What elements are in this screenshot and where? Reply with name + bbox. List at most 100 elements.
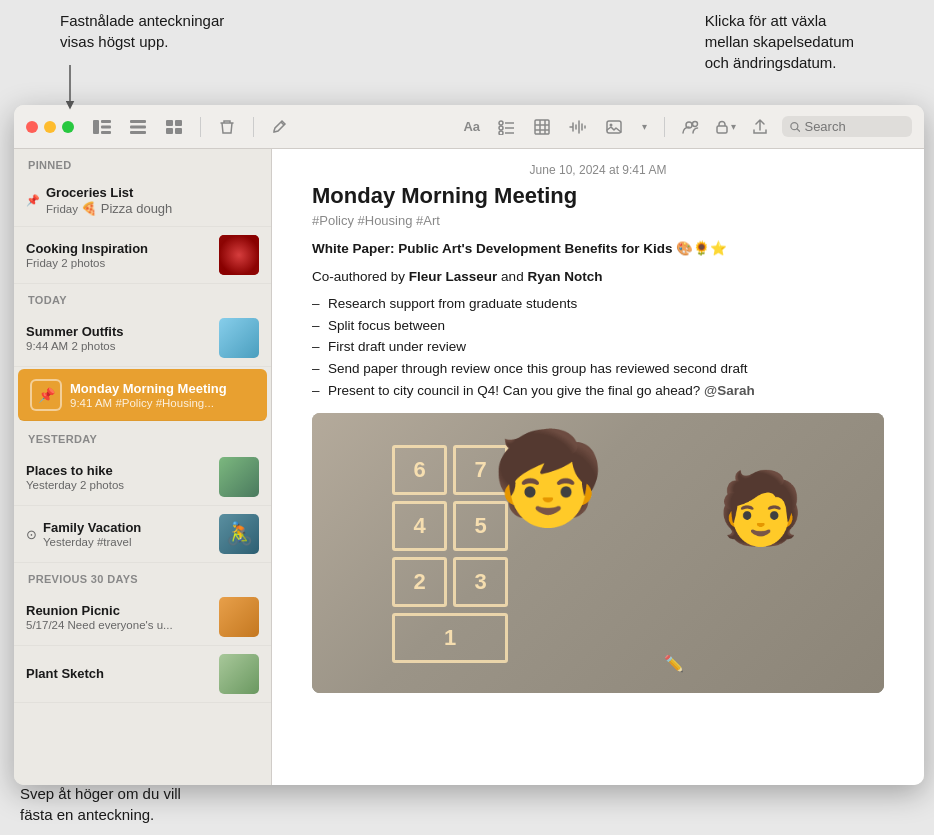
media-button[interactable] <box>600 113 628 141</box>
svg-point-12 <box>499 121 503 125</box>
svg-rect-2 <box>101 120 111 123</box>
note-meta: Yesterday 2 photos <box>26 479 211 491</box>
note-thumbnail <box>219 654 259 694</box>
bullet-3: First draft under review <box>312 336 884 358</box>
girl-figure: 🧒 <box>492 433 604 523</box>
traffic-lights <box>26 121 74 133</box>
svg-line-29 <box>797 128 800 131</box>
note-text-places: Places to hike Yesterday 2 photos <box>26 463 211 491</box>
svg-rect-27 <box>717 126 727 133</box>
note-title: Plant Sketch <box>26 666 211 681</box>
gallery-view-button[interactable] <box>160 113 188 141</box>
svg-rect-6 <box>130 125 146 128</box>
svg-rect-1 <box>93 120 99 134</box>
list-item[interactable]: Plant Sketch <box>14 646 271 703</box>
hopscotch-scene: 6 7 4 5 2 3 1 🧒 🧑 ✏️ <box>312 413 884 693</box>
pizza-icon: 🍕 Pizza dough <box>81 201 172 216</box>
note-date[interactable]: June 10, 2024 at 9:41 AM <box>272 149 924 183</box>
share-people-button[interactable] <box>677 113 705 141</box>
note-thumbnail <box>219 235 259 275</box>
export-button[interactable] <box>746 113 774 141</box>
note-meta: 5/17/24 Need everyone's u... <box>26 619 211 631</box>
minimize-button[interactable] <box>44 121 56 133</box>
note-title-main: Monday Morning Meeting <box>272 183 924 209</box>
boy-figure: 🧑 <box>717 473 804 543</box>
sidebar: Pinned 📌 Groceries List Friday 🍕 Pizza d… <box>14 149 272 785</box>
compose-button[interactable] <box>266 113 294 141</box>
note-text-summer: Summer Outfits 9:44 AM 2 photos <box>26 324 211 352</box>
list-item[interactable]: ⊙ Family Vacation Yesterday #travel 🚴 <box>14 506 271 563</box>
svg-point-16 <box>499 131 503 135</box>
svg-point-26 <box>693 121 698 126</box>
list-item[interactable]: Places to hike Yesterday 2 photos <box>14 449 271 506</box>
svg-rect-9 <box>175 120 182 126</box>
chalk-numbers: 6 7 4 5 2 3 1 <box>392 445 508 663</box>
toolbar-separator-2 <box>253 117 254 137</box>
bullet-4: Send paper through review once this grou… <box>312 358 884 380</box>
note-text-plant: Plant Sketch <box>26 666 211 682</box>
list-item[interactable]: Summer Outfits 9:44 AM 2 photos <box>14 310 271 367</box>
note-title: Reunion Picnic <box>26 603 211 618</box>
svg-rect-7 <box>130 131 146 134</box>
note-title: Monday Morning Meeting <box>70 381 255 396</box>
note-meta: Friday 2 photos <box>26 257 211 269</box>
note-text-reunion: Reunion Picnic 5/17/24 Need everyone's u… <box>26 603 211 631</box>
svg-rect-10 <box>166 128 173 134</box>
format-button[interactable]: Aa <box>459 113 484 141</box>
note-title: Family Vacation <box>43 520 211 535</box>
titlebar: Aa ▾ ▾ <box>14 105 924 149</box>
search-icon <box>790 121 800 133</box>
annotation-top-left: Fastnålade anteckningar visas högst upp. <box>60 10 224 52</box>
search-box[interactable] <box>782 116 912 137</box>
fullscreen-button[interactable] <box>62 121 74 133</box>
table-button[interactable] <box>528 113 556 141</box>
delete-button[interactable] <box>213 113 241 141</box>
list-view-button[interactable] <box>124 113 152 141</box>
note-title: Summer Outfits <box>26 324 211 339</box>
svg-rect-18 <box>535 120 549 134</box>
list-item[interactable]: Reunion Picnic 5/17/24 Need everyone's u… <box>14 589 271 646</box>
waveform-button[interactable] <box>564 113 592 141</box>
pin-badge: 📌 <box>30 379 62 411</box>
list-item[interactable]: Cooking Inspiration Friday 2 photos <box>14 227 271 284</box>
note-meta: 9:44 AM 2 photos <box>26 340 211 352</box>
bullet-2: Split focus between <box>312 315 884 337</box>
bullet-5: Present to city council in Q4! Can you g… <box>312 380 884 402</box>
close-button[interactable] <box>26 121 38 133</box>
sidebar-toggle-button[interactable] <box>88 113 116 141</box>
list-item[interactable]: 📌 Monday Morning Meeting 9:41 AM #Policy… <box>18 369 267 421</box>
note-thumbnail <box>219 457 259 497</box>
checklist-button[interactable] <box>492 113 520 141</box>
svg-rect-8 <box>166 120 173 126</box>
search-input[interactable] <box>804 119 904 134</box>
note-meta: 9:41 AM #Policy #Housing... <box>70 397 255 409</box>
previous30-section-header: Previous 30 Days <box>14 563 271 589</box>
bullet-1: Research support from graduate students <box>312 293 884 315</box>
toolbar-separator-1 <box>200 117 201 137</box>
note-text-family: Family Vacation Yesterday #travel <box>43 520 211 548</box>
note-body: White Paper: Public Art's Development Be… <box>272 238 924 401</box>
note-meta: Yesterday #travel <box>43 536 211 548</box>
svg-rect-3 <box>101 125 111 128</box>
yesterday-section-header: Yesterday <box>14 423 271 449</box>
lock-button[interactable]: ▾ <box>713 113 738 141</box>
note-image: 6 7 4 5 2 3 1 🧒 🧑 ✏️ <box>312 413 884 693</box>
note-tags: #Policy #Housing #Art <box>272 213 924 228</box>
body-title: White Paper: Public Art's Development Be… <box>312 241 727 256</box>
note-content: June 10, 2024 at 9:41 AM Monday Morning … <box>272 149 924 785</box>
toolbar-separator-3 <box>664 117 665 137</box>
note-thumbnail: 🚴 <box>219 514 259 554</box>
annotation-bottom-left: Svep åt höger om du vill fästa en anteck… <box>20 783 181 825</box>
annotation-top-right: Klicka för att växla mellan skapelsedatu… <box>705 10 854 73</box>
arrow-top-left <box>60 60 80 110</box>
note-title: Cooking Inspiration <box>26 241 211 256</box>
list-item[interactable]: 📌 Groceries List Friday 🍕 Pizza dough <box>14 175 271 227</box>
svg-point-14 <box>499 126 503 130</box>
today-section-header: Today <box>14 284 271 310</box>
note-title: Groceries List <box>46 185 259 200</box>
note-meta: Friday 🍕 Pizza dough <box>46 201 259 216</box>
media-dropdown-button[interactable]: ▾ <box>636 113 652 141</box>
note-thumbnail <box>219 597 259 637</box>
note-text-cooking: Cooking Inspiration Friday 2 photos <box>26 241 211 269</box>
note-text-monday: Monday Morning Meeting 9:41 AM #Policy #… <box>70 381 255 409</box>
